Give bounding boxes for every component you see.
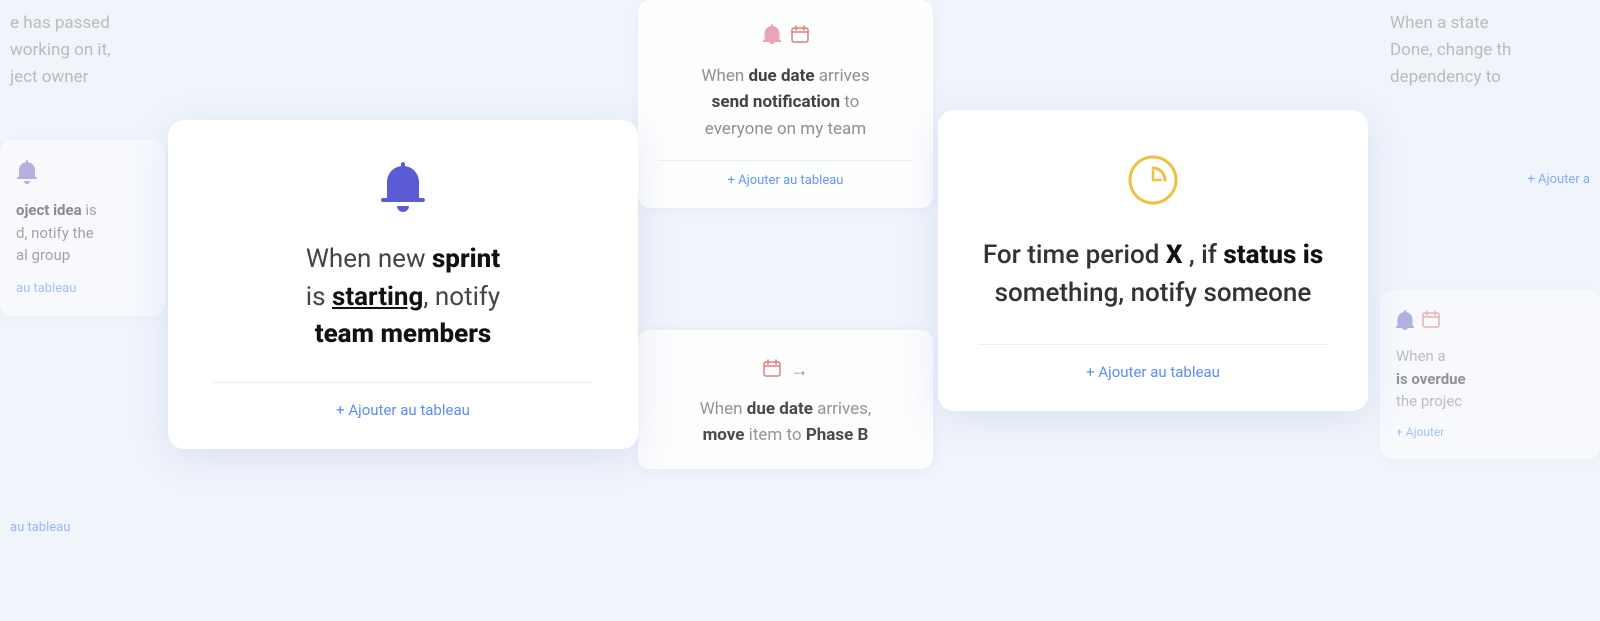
- far-left-bg-text: e has passed working on it, ject owner: [0, 0, 160, 102]
- calendar-icon-move: [763, 358, 781, 382]
- due-date-notify-text: When due date arrives send notification …: [658, 63, 913, 142]
- far-left-line2: working on it,: [10, 37, 150, 64]
- left-bottom-add-link[interactable]: au tableau: [0, 520, 70, 535]
- left-bg-text1: oject idea: [16, 201, 82, 219]
- sprint-card-add-link[interactable]: + Ajouter au tableau: [212, 401, 594, 419]
- scene: e has passed working on it, ject owner a…: [0, 0, 1600, 621]
- far-right-card-add-link[interactable]: + Ajouter: [1396, 425, 1584, 439]
- far-right-line1: When a state: [1390, 10, 1590, 37]
- far-right-card-text: When a is overdue the projec: [1396, 345, 1584, 413]
- bell-icon-left-bg: [16, 160, 149, 189]
- time-period-card: For time period X , if status is somethi…: [938, 110, 1368, 411]
- due-date-notify-divider: [658, 160, 913, 161]
- far-left-line1: e has passed: [10, 10, 150, 37]
- far-right-bg-text: When a state Done, change th dependency …: [1380, 0, 1600, 102]
- due-date-notify-card: When due date arrives send notification …: [638, 0, 933, 208]
- calendar-icon-far-right: [1422, 310, 1440, 335]
- time-period-add-link[interactable]: + Ajouter au tableau: [978, 363, 1328, 381]
- left-bg-card: oject idea is d, notify the al group au …: [0, 140, 165, 316]
- far-right-line3: dependency to: [1390, 64, 1590, 91]
- far-right-line2: Done, change th: [1390, 37, 1590, 64]
- due-date-notify-add-link[interactable]: + Ajouter au tableau: [658, 173, 913, 188]
- due-date-notify-icons: [658, 24, 913, 49]
- arrow-icon-move: →: [791, 360, 809, 381]
- due-date-move-icons: →: [658, 358, 913, 382]
- sprint-card-divider: [212, 382, 594, 383]
- far-right-card-icons: [1396, 310, 1584, 335]
- clock-icon-time: [978, 154, 1328, 217]
- calendar-icon-due-notify: [791, 24, 809, 49]
- far-right-top-add-link[interactable]: + Ajouter a: [1527, 172, 1590, 187]
- bell-icon-far-right: [1396, 310, 1414, 335]
- sprint-card: When new sprint is starting, notify team…: [168, 120, 638, 449]
- time-period-card-text: For time period X , if status is somethi…: [978, 237, 1328, 312]
- bell-icon-sprint: [212, 160, 594, 223]
- far-right-card: When a is overdue the projec + Ajouter: [1380, 290, 1600, 459]
- left-bg-add-link[interactable]: au tableau: [16, 281, 149, 296]
- due-date-move-text: When due date arrives, move item to Phas…: [658, 396, 913, 449]
- sprint-card-text: When new sprint is starting, notify team…: [212, 241, 594, 354]
- bell-icon-due-notify: [763, 24, 781, 49]
- far-left-line3: ject owner: [10, 64, 150, 91]
- due-date-move-card: → When due date arrives, move item to Ph…: [638, 330, 933, 469]
- left-bg-card-text: oject idea is d, notify the al group: [16, 199, 149, 267]
- time-period-divider: [978, 344, 1328, 345]
